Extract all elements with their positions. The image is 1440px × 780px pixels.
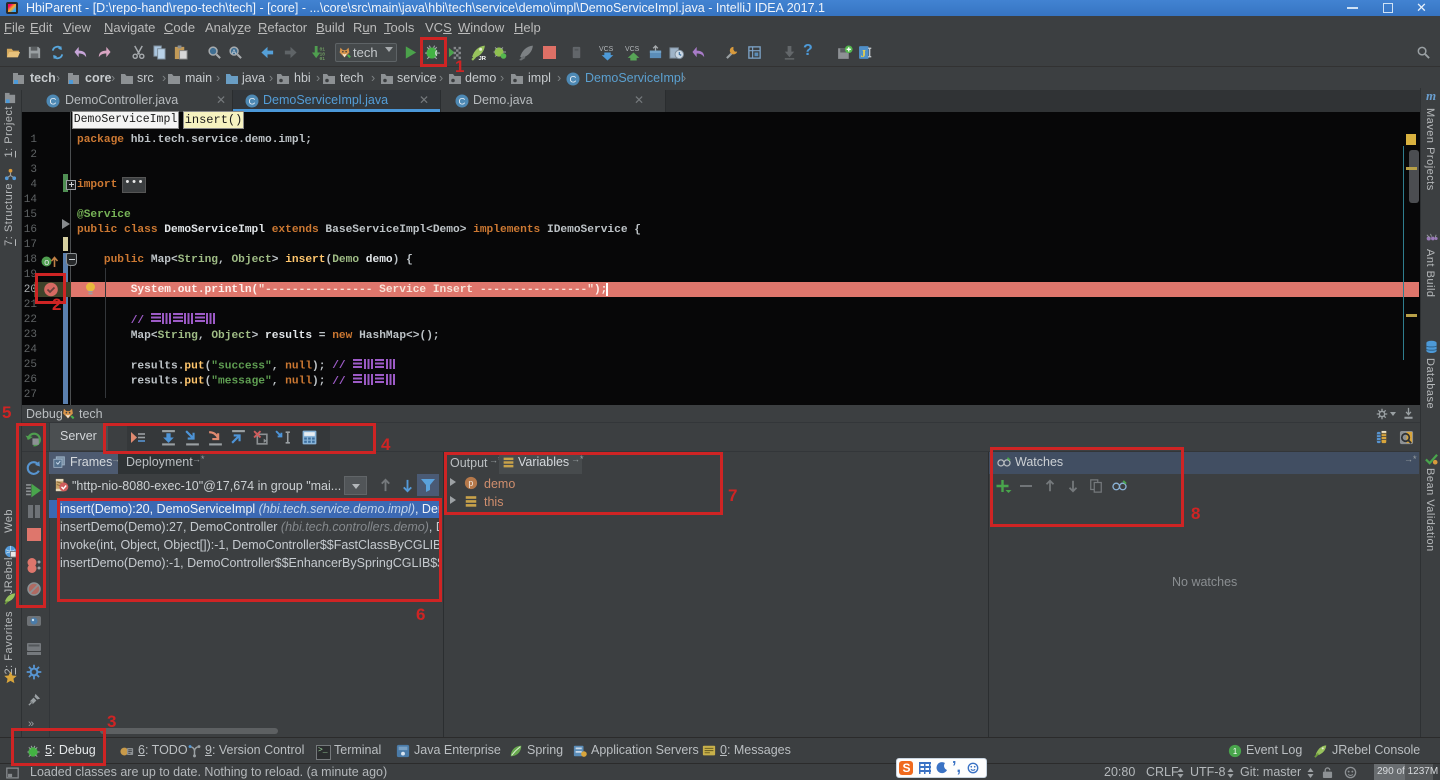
svg-text:A: A xyxy=(232,49,237,56)
svg-text:01: 01 xyxy=(319,56,325,60)
svg-text:C: C xyxy=(50,97,57,108)
svg-text:C: C xyxy=(249,97,256,108)
svg-text:1: 1 xyxy=(1233,747,1237,756)
svg-text:C: C xyxy=(570,75,577,86)
svg-text:VCS: VCS xyxy=(599,46,614,53)
svg-text:VCS: VCS xyxy=(625,46,640,53)
svg-text:JR: JR xyxy=(479,56,487,61)
svg-text:C: C xyxy=(459,97,466,108)
svg-text:o: o xyxy=(44,258,49,268)
svg-text:J: J xyxy=(861,49,867,60)
